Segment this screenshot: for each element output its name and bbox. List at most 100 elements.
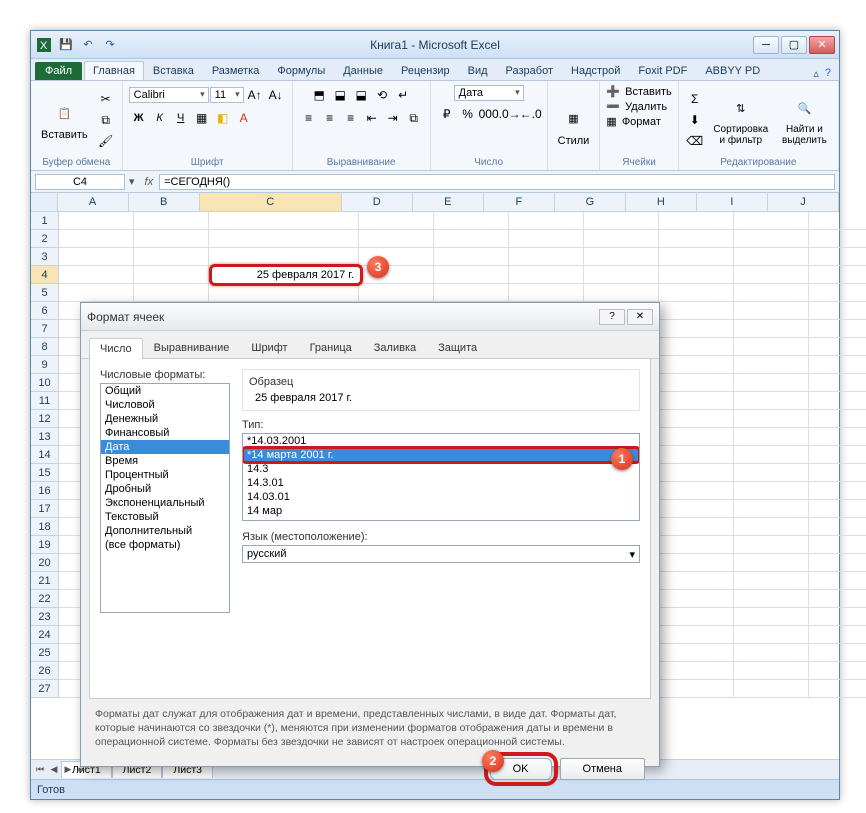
row-14[interactable]: 14	[31, 446, 59, 464]
cell[interactable]	[359, 284, 434, 302]
cell[interactable]	[809, 572, 866, 590]
redo-icon[interactable]: ↷	[101, 36, 119, 54]
cell[interactable]	[809, 230, 866, 248]
cell[interactable]	[734, 302, 809, 320]
tab-review[interactable]: Рецензир	[392, 61, 459, 80]
cell[interactable]	[659, 644, 734, 662]
cell[interactable]	[734, 320, 809, 338]
cell[interactable]	[809, 590, 866, 608]
tab-layout[interactable]: Разметка	[203, 61, 269, 80]
cell[interactable]	[734, 590, 809, 608]
cell[interactable]	[659, 320, 734, 338]
percent-icon[interactable]: %	[458, 104, 478, 124]
row-27[interactable]: 27	[31, 680, 59, 698]
cell[interactable]	[359, 230, 434, 248]
cell[interactable]	[734, 662, 809, 680]
cell[interactable]	[584, 212, 659, 230]
category-item[interactable]: Текстовый	[101, 510, 229, 524]
font-size-select[interactable]: 11	[210, 87, 244, 103]
align-top-icon[interactable]: ⬒	[309, 85, 329, 105]
tab-abbyy[interactable]: ABBYY PD	[696, 61, 769, 80]
cell[interactable]	[734, 284, 809, 302]
sheet-nav-next-icon[interactable]: ▶	[61, 764, 75, 775]
merge-icon[interactable]: ⧉	[404, 108, 424, 128]
minimize-ribbon-icon[interactable]: ▵	[813, 67, 819, 80]
type-item[interactable]: *14 марта 2001 г.	[243, 448, 639, 462]
cell[interactable]	[59, 284, 134, 302]
cell[interactable]	[809, 536, 866, 554]
cell[interactable]	[134, 212, 209, 230]
cell[interactable]	[659, 464, 734, 482]
save-icon[interactable]: 💾	[57, 36, 75, 54]
tab-formulas[interactable]: Формулы	[268, 61, 334, 80]
cell[interactable]	[659, 536, 734, 554]
type-item[interactable]: 14 мар 01	[243, 518, 639, 521]
fill-color-icon[interactable]: ◧	[213, 108, 233, 128]
cell[interactable]	[59, 248, 134, 266]
decrease-indent-icon[interactable]: ⇤	[362, 108, 382, 128]
col-I[interactable]: I	[697, 193, 768, 211]
select-all-corner[interactable]	[31, 193, 58, 211]
row-13[interactable]: 13	[31, 428, 59, 446]
increase-indent-icon[interactable]: ⇥	[383, 108, 403, 128]
tab-home[interactable]: Главная	[84, 61, 144, 80]
cell[interactable]	[734, 428, 809, 446]
format-cells-button[interactable]: ▦ Формат	[606, 115, 661, 128]
cell[interactable]	[659, 626, 734, 644]
cell[interactable]	[509, 230, 584, 248]
cell[interactable]	[659, 680, 734, 698]
currency-icon[interactable]: ₽	[437, 104, 457, 124]
cell[interactable]	[659, 230, 734, 248]
decrease-decimal-icon[interactable]: ←.0	[521, 104, 541, 124]
dlg-tab-alignment[interactable]: Выравнивание	[143, 337, 241, 358]
tab-insert[interactable]: Вставка	[144, 61, 203, 80]
row-22[interactable]: 22	[31, 590, 59, 608]
copy-icon[interactable]: ⧉	[96, 110, 116, 130]
dlg-tab-border[interactable]: Граница	[299, 337, 363, 358]
cell[interactable]	[734, 572, 809, 590]
cell[interactable]	[809, 410, 866, 428]
category-item[interactable]: Дробный	[101, 482, 229, 496]
font-color-icon[interactable]: A	[234, 108, 254, 128]
dlg-tab-font[interactable]: Шрифт	[240, 337, 298, 358]
row-12[interactable]: 12	[31, 410, 59, 428]
category-item[interactable]: Дата	[101, 440, 229, 454]
cell[interactable]	[809, 374, 866, 392]
cell[interactable]	[734, 464, 809, 482]
format-painter-icon[interactable]: 🖌	[96, 131, 116, 151]
cell[interactable]	[434, 230, 509, 248]
col-B[interactable]: B	[129, 193, 200, 211]
cut-icon[interactable]: ✂	[96, 89, 116, 109]
cell[interactable]	[659, 356, 734, 374]
cell[interactable]	[359, 212, 434, 230]
bold-icon[interactable]: Ж	[129, 108, 149, 128]
row-1[interactable]: 1	[31, 212, 59, 230]
cell[interactable]	[734, 446, 809, 464]
cell[interactable]	[809, 554, 866, 572]
cell[interactable]	[434, 266, 509, 284]
cell[interactable]	[809, 518, 866, 536]
cell[interactable]	[209, 230, 359, 248]
cell[interactable]	[809, 662, 866, 680]
cell[interactable]	[659, 212, 734, 230]
cell[interactable]	[809, 320, 866, 338]
dialog-close-button[interactable]: ✕	[627, 309, 653, 325]
cell[interactable]	[584, 230, 659, 248]
cell[interactable]	[809, 608, 866, 626]
cell[interactable]	[434, 248, 509, 266]
cell[interactable]	[584, 248, 659, 266]
cell[interactable]	[209, 212, 359, 230]
tab-foxit[interactable]: Foxit PDF	[629, 61, 696, 80]
row-6[interactable]: 6	[31, 302, 59, 320]
cell[interactable]	[734, 410, 809, 428]
row-9[interactable]: 9	[31, 356, 59, 374]
paste-button[interactable]: 📋 Вставить	[37, 97, 92, 143]
sheet-nav-prev-icon[interactable]: ◀	[47, 764, 61, 775]
find-select-button[interactable]: 🔍 Найти и выделить	[777, 92, 832, 148]
cell[interactable]	[809, 464, 866, 482]
wrap-text-icon[interactable]: ↵	[393, 85, 413, 105]
row-23[interactable]: 23	[31, 608, 59, 626]
cell[interactable]	[734, 266, 809, 284]
insert-cells-button[interactable]: ➕ Вставить	[606, 85, 671, 98]
cell[interactable]	[659, 392, 734, 410]
